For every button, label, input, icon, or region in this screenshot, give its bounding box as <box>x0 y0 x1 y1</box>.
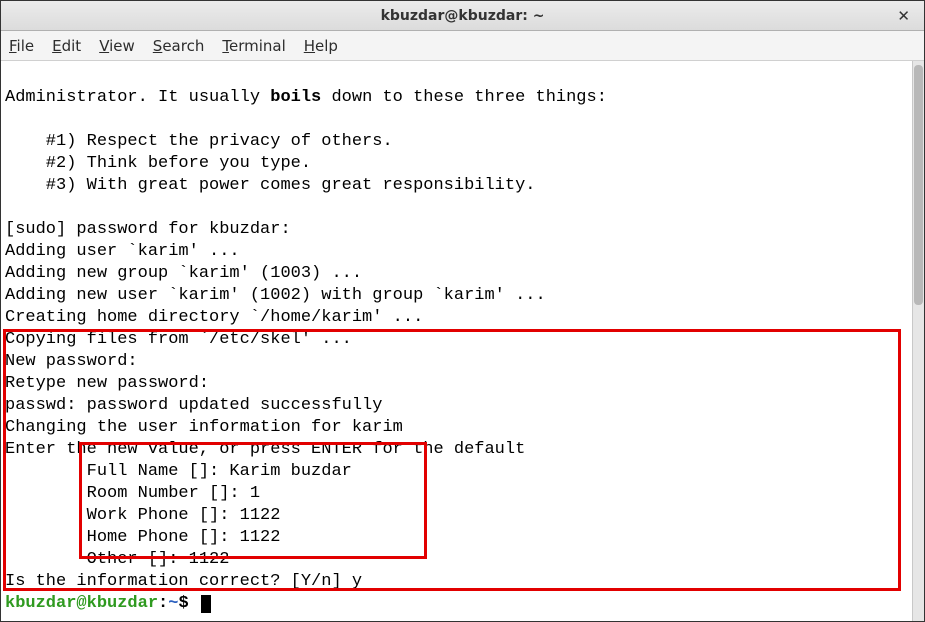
terminal-line: passwd: password updated successfully <box>5 396 382 415</box>
scrollbar[interactable] <box>912 61 924 621</box>
terminal-line: Full Name []: Karim buzdar <box>5 462 352 481</box>
terminal-line: Retype new password: <box>5 374 209 393</box>
terminal-line: Administrator. It usually boils down to … <box>5 88 607 107</box>
scrollbar-thumb[interactable] <box>914 65 923 305</box>
terminal-line: Room Number []: 1 <box>5 484 260 503</box>
menu-terminal[interactable]: Terminal <box>222 37 285 55</box>
menu-help[interactable]: Help <box>304 37 338 55</box>
terminal-line: Work Phone []: 1122 <box>5 506 280 525</box>
cursor-icon <box>201 595 211 613</box>
terminal-line: Adding user `karim' ... <box>5 242 240 261</box>
terminal-line: Adding new user `karim' (1002) with grou… <box>5 286 546 305</box>
menu-view[interactable]: View <box>99 37 135 55</box>
menu-edit[interactable]: Edit <box>52 37 81 55</box>
terminal-content[interactable]: Administrator. It usually boils down to … <box>1 61 924 621</box>
terminal-line: Enter the new value, or press ENTER for … <box>5 440 525 459</box>
menu-search[interactable]: Search <box>153 37 205 55</box>
terminal-line: Other []: 1122 <box>5 550 229 569</box>
menubar: File Edit View Search Terminal Help <box>1 31 924 61</box>
terminal-line: Home Phone []: 1122 <box>5 528 280 547</box>
terminal-line: Changing the user information for karim <box>5 418 403 437</box>
terminal-line: #2) Think before you type. <box>5 154 311 173</box>
terminal-line: Copying files from `/etc/skel' ... <box>5 330 352 349</box>
terminal-line: New password: <box>5 352 138 371</box>
close-icon[interactable]: ✕ <box>893 7 914 25</box>
terminal-line: Is the information correct? [Y/n] y <box>5 572 362 591</box>
window-title: kbuzdar@kbuzdar: ~ <box>381 8 545 24</box>
terminal-line: Adding new group `karim' (1003) ... <box>5 264 362 283</box>
titlebar: kbuzdar@kbuzdar: ~ ✕ <box>1 1 924 31</box>
terminal-prompt: kbuzdar@kbuzdar:~$ <box>5 594 211 613</box>
prompt-path: ~ <box>168 594 178 613</box>
menu-file[interactable]: File <box>9 37 34 55</box>
prompt-user: kbuzdar@kbuzdar <box>5 594 158 613</box>
terminal-area[interactable]: Administrator. It usually boils down to … <box>1 61 924 621</box>
terminal-line: [sudo] password for kbuzdar: <box>5 220 291 239</box>
terminal-line: #1) Respect the privacy of others. <box>5 132 393 151</box>
terminal-line: #3) With great power comes great respons… <box>5 176 536 195</box>
terminal-line: Creating home directory `/home/karim' ..… <box>5 308 423 327</box>
